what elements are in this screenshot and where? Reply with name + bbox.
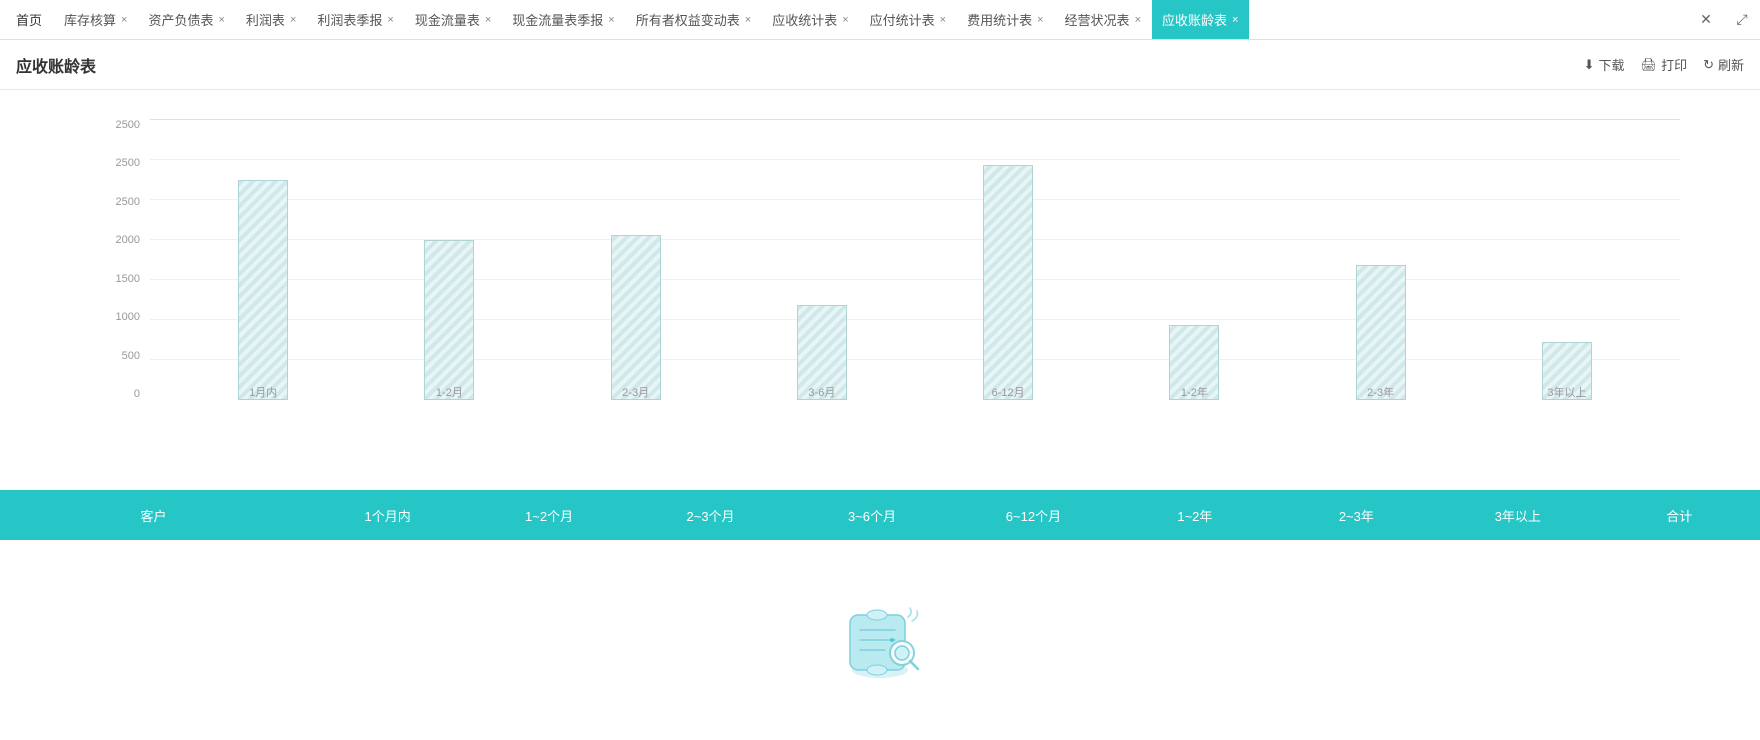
chart-plot: 1月内 1-2月 2-3月 3-6月 6-12月 1-2年 2-3年 3年以上: [150, 120, 1680, 400]
bar-2-3month: [611, 235, 661, 400]
col-2-3year: 2~3年: [1276, 506, 1437, 525]
close-equity-tab[interactable]: ×: [745, 14, 751, 26]
bar-group-1-2month: [424, 240, 474, 400]
main-content: 0 500 1000 1500 2000 2500 2500 2500: [0, 90, 1760, 740]
tab-balance-sheet[interactable]: 资产负债表 ×: [138, 0, 235, 40]
close-ar-aging-tab[interactable]: ×: [1232, 14, 1238, 26]
bar-group-6-12month: [983, 165, 1033, 400]
close-expense-stat-tab[interactable]: ×: [1037, 14, 1043, 26]
col-total: 合计: [1599, 506, 1760, 525]
close-income-quarterly-tab[interactable]: ×: [387, 14, 393, 26]
col-1-2month: 1~2个月: [468, 506, 629, 525]
tab-home[interactable]: 首页: [4, 10, 54, 29]
bar-6-12month: [983, 165, 1033, 400]
col-1month: 1个月内: [307, 506, 468, 525]
bar-2-3year: [1356, 265, 1406, 400]
close-cashflow-tab[interactable]: ×: [485, 14, 491, 26]
close-operations-tab[interactable]: ×: [1135, 14, 1141, 26]
bar-1month: [238, 180, 288, 400]
col-3-6month: 3~6个月: [791, 506, 952, 525]
close-income-tab[interactable]: ×: [290, 14, 296, 26]
tab-cashflow[interactable]: 现金流量表 ×: [405, 0, 502, 40]
maximize-button[interactable]: ⤢: [1728, 6, 1756, 34]
tab-operations[interactable]: 经营状况表 ×: [1055, 0, 1152, 40]
x-axis: 1月内 1-2月 2-3月 3-6月 6-12月 1-2年 2-3年 3年以上: [150, 384, 1680, 400]
refresh-icon: ↻: [1703, 57, 1714, 73]
col-3plus-year: 3年以上: [1437, 506, 1598, 525]
x-label-3-6month: 3-6月: [797, 384, 847, 400]
y-label-2500c: 2500: [116, 120, 140, 131]
page-title: 应收账龄表: [16, 53, 96, 77]
x-label-1month: 1月内: [238, 384, 288, 400]
tab-equity[interactable]: 所有者权益变动表 ×: [626, 0, 762, 40]
table-body: [0, 540, 1760, 740]
chart-area: 0 500 1000 1500 2000 2500 2500 2500: [0, 90, 1760, 490]
x-label-3plus-year: 3年以上: [1542, 384, 1592, 400]
bar-group-2-3month: [611, 235, 661, 400]
page-header: 应收账龄表 ⬇ 下载 🖨 打印 ↻ 刷新: [0, 40, 1760, 90]
col-customer: 客户: [0, 506, 307, 525]
y-label-2000: 2000: [116, 235, 140, 246]
empty-illustration: [830, 595, 930, 685]
y-label-500: 500: [122, 351, 140, 362]
col-1-2year: 1~2年: [1114, 506, 1275, 525]
x-label-6-12month: 6-12月: [983, 384, 1033, 400]
y-label-0: 0: [134, 389, 140, 400]
minimize-button[interactable]: ✕: [1692, 6, 1720, 34]
bar-1-2month: [424, 240, 474, 400]
x-label-1-2month: 1-2月: [424, 384, 474, 400]
y-label-1500: 1500: [116, 274, 140, 285]
print-icon: 🖨: [1641, 57, 1658, 73]
col-6-12month: 6~12个月: [953, 506, 1114, 525]
table-header: 客户 1个月内 1~2个月 2~3个月 3~6个月 6~12个月 1~2年 2~…: [0, 490, 1760, 540]
x-label-1-2year: 1-2年: [1169, 384, 1219, 400]
y-axis: 0 500 1000 1500 2000 2500 2500 2500: [100, 120, 140, 400]
tab-inventory[interactable]: 库存核算 ×: [54, 0, 138, 40]
tab-cashflow-quarterly[interactable]: 现金流量表季报 ×: [502, 0, 625, 40]
close-ap-stat-tab[interactable]: ×: [940, 14, 946, 26]
close-cashflow-quarterly-tab[interactable]: ×: [608, 14, 614, 26]
x-label-2-3month: 2-3月: [611, 384, 661, 400]
empty-icon: [830, 595, 930, 685]
bar-group-2-3year: [1356, 265, 1406, 400]
x-label-2-3year: 2-3年: [1356, 384, 1406, 400]
close-ar-stat-tab[interactable]: ×: [842, 14, 848, 26]
bar-group-1month: [238, 180, 288, 400]
y-label-2500a: 2500: [116, 197, 140, 208]
close-inventory-tab[interactable]: ×: [121, 14, 127, 26]
bars-wrapper: [150, 120, 1680, 400]
download-button[interactable]: ⬇ 下载: [1584, 55, 1625, 74]
tab-bar: 首页 库存核算 × 资产负债表 × 利润表 × 利润表季报 × 现金流量表 × …: [0, 0, 1760, 40]
tab-income-quarterly[interactable]: 利润表季报 ×: [307, 0, 404, 40]
tab-ar-aging[interactable]: 应收账龄表 ×: [1152, 0, 1249, 40]
window-controls: ✕ ⤢: [1692, 6, 1756, 34]
chart-container: 0 500 1000 1500 2000 2500 2500 2500: [40, 110, 1720, 450]
tab-expense-stat[interactable]: 费用统计表 ×: [957, 0, 1054, 40]
col-2-3month: 2~3个月: [630, 506, 791, 525]
close-balance-sheet-tab[interactable]: ×: [218, 14, 224, 26]
refresh-button[interactable]: ↻ 刷新: [1703, 55, 1744, 74]
tab-ap-stat[interactable]: 应付统计表 ×: [860, 0, 957, 40]
tab-income[interactable]: 利润表 ×: [236, 0, 307, 40]
print-button[interactable]: 🖨 打印: [1641, 55, 1688, 74]
y-label-1000: 1000: [116, 312, 140, 323]
header-actions: ⬇ 下载 🖨 打印 ↻ 刷新: [1584, 55, 1744, 74]
y-label-2500b: 2500: [116, 158, 140, 169]
download-icon: ⬇: [1584, 57, 1595, 73]
tab-ar-stat[interactable]: 应收统计表 ×: [762, 0, 859, 40]
